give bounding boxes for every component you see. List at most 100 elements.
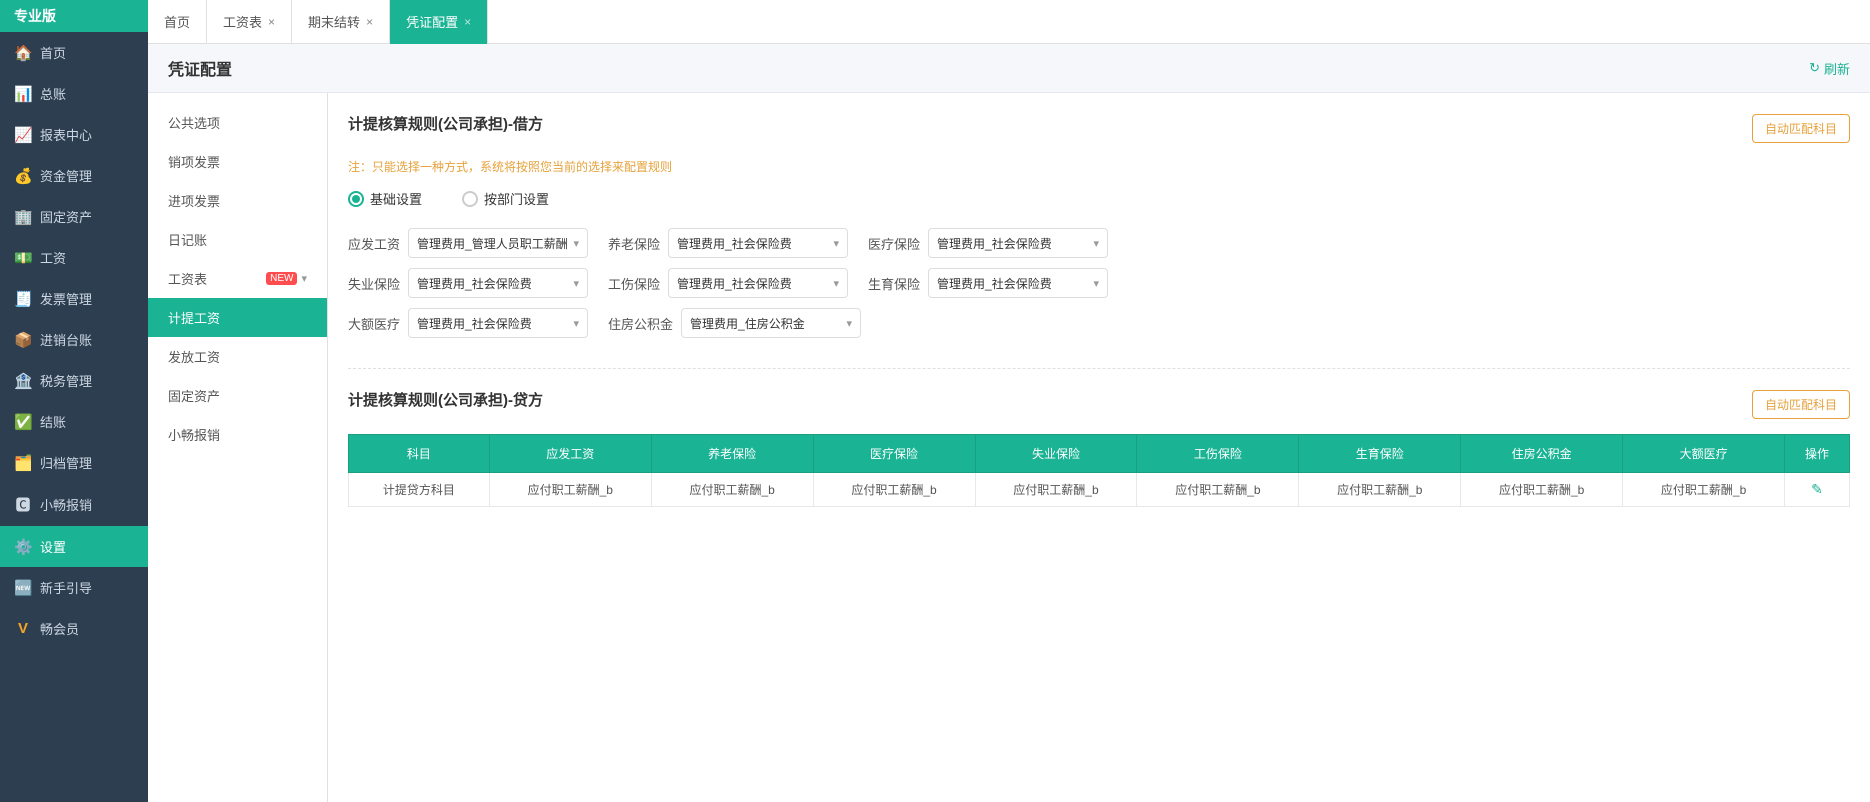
left-nav-public[interactable]: 公共选项 [148, 103, 327, 142]
left-nav-purchase-invoice[interactable]: 进项发票 [148, 181, 327, 220]
inventory-icon: 📦 [14, 331, 32, 349]
th-housing-fund: 住房公积金 [1461, 435, 1623, 473]
section-divider [348, 368, 1850, 369]
tab-period-close-close[interactable]: × [366, 15, 373, 29]
auto-match-debit-button[interactable]: 自动匹配科目 [1752, 114, 1850, 143]
form-row-3: 大额医疗 管理费用_社会保险费 ▾ 住房公积金 管理费用_住房公积金 ▾ [348, 308, 1850, 338]
tab-bar: 首页 工资表 × 期末结转 × 凭证配置 × [148, 0, 1870, 44]
sidebar-label-tax: 税务管理 [40, 371, 92, 390]
sidebar-item-guide[interactable]: 🆕 新手引导 [0, 567, 148, 608]
th-unemployment: 失业保险 [975, 435, 1137, 473]
sidebar-item-settings[interactable]: ⚙️ 设置 [0, 526, 148, 567]
sidebar-label-settings: 设置 [40, 537, 66, 556]
th-operation: 操作 [1785, 435, 1850, 473]
left-nav-sales-invoice[interactable]: 销项发票 [148, 142, 327, 181]
tab-home[interactable]: 首页 [148, 0, 207, 44]
select-injury[interactable]: 管理费用_社会保险费 ▾ [668, 268, 848, 298]
tax-icon: 🏦 [14, 372, 32, 390]
section-credit-header: 计提核算规则(公司承担)-贷方 自动匹配科目 [348, 389, 1850, 420]
sidebar-item-archive[interactable]: 🗂️ 归档管理 [0, 442, 148, 483]
sidebar-label-vip: 畅会员 [40, 619, 79, 638]
select-major-medical[interactable]: 管理费用_社会保险费 ▾ [408, 308, 588, 338]
chevron-down-icon: ▾ [847, 317, 853, 330]
radio-dept[interactable]: 按部门设置 [462, 189, 549, 208]
sidebar-label-ledger: 总账 [40, 84, 66, 103]
form-item-housing-fund: 住房公积金 管理费用_住房公积金 ▾ [608, 308, 861, 338]
radio-basic[interactable]: 基础设置 [348, 189, 422, 208]
select-housing-fund[interactable]: 管理费用_住房公积金 ▾ [681, 308, 861, 338]
select-birth-value: 管理费用_社会保险费 [937, 275, 1052, 292]
app-title: 专业版 [0, 0, 148, 32]
td-major-medical: 应付职工薪酬_b [1623, 473, 1785, 507]
sidebar-item-funds[interactable]: 💰 资金管理 [0, 155, 148, 196]
tab-salary-table[interactable]: 工资表 × [207, 0, 292, 44]
report-icon: 📈 [14, 126, 32, 144]
section-credit-title: 计提核算规则(公司承担)-贷方 [348, 389, 543, 410]
sidebar-item-ledger[interactable]: 📊 总账 [0, 73, 148, 114]
left-nav-xiaochang2-label: 小畅报销 [168, 425, 220, 444]
section-credit: 计提核算规则(公司承担)-贷方 自动匹配科目 科目 应发工资 养老保险 医疗保险… [348, 389, 1850, 507]
select-applied-salary[interactable]: 管理费用_管理人员职工薪酬 ▾ [408, 228, 588, 258]
invoice-icon: 🧾 [14, 290, 32, 308]
sidebar-item-xiaochang[interactable]: 🅲 小畅报销 [0, 483, 148, 526]
chevron-down-icon: ▾ [1094, 277, 1100, 290]
chevron-down-icon: ▾ [834, 277, 840, 290]
sidebar-item-assets[interactable]: 🏢 固定资产 [0, 196, 148, 237]
left-nav-fixed-assets-label: 固定资产 [168, 386, 220, 405]
label-medical: 医疗保险 [868, 234, 920, 253]
form-item-unemployment: 失业保险 管理费用_社会保险费 ▾ [348, 268, 588, 298]
sidebar-label-assets: 固定资产 [40, 207, 92, 226]
edit-icon[interactable]: ✎ [1811, 481, 1823, 497]
sidebar-label-funds: 资金管理 [40, 166, 92, 185]
refresh-label: 刷新 [1824, 59, 1850, 78]
sidebar-item-vip[interactable]: V 畅会员 [0, 608, 148, 649]
th-subject: 科目 [349, 435, 490, 473]
sidebar-label-close: 结账 [40, 412, 66, 431]
select-birth[interactable]: 管理费用_社会保险费 ▾ [928, 268, 1108, 298]
left-nav-fixed-assets[interactable]: 固定资产 [148, 376, 327, 415]
settings-icon: ⚙️ [14, 538, 32, 556]
chevron-down-icon: ▾ [573, 237, 579, 250]
form-item-major-medical: 大额医疗 管理费用_社会保险费 ▾ [348, 308, 588, 338]
home-icon: 🏠 [14, 44, 32, 62]
label-applied-salary: 应发工资 [348, 234, 400, 253]
sidebar-item-tax[interactable]: 🏦 税务管理 [0, 360, 148, 401]
label-birth: 生育保险 [868, 274, 920, 293]
tab-voucher-config-close[interactable]: × [464, 15, 471, 29]
chevron-down-icon: ▾ [834, 237, 840, 250]
form-item-birth: 生育保险 管理费用_社会保险费 ▾ [868, 268, 1108, 298]
select-pension[interactable]: 管理费用_社会保险费 ▾ [668, 228, 848, 258]
radio-dept-circle [462, 191, 478, 207]
tab-salary-table-close[interactable]: × [268, 15, 275, 29]
radio-group: 基础设置 按部门设置 [348, 189, 1850, 208]
close-period-icon: ✅ [14, 413, 32, 431]
left-nav-xiaochang2[interactable]: 小畅报销 [148, 415, 327, 454]
auto-match-credit-button[interactable]: 自动匹配科目 [1752, 390, 1850, 419]
td-birth: 应付职工薪酬_b [1299, 473, 1461, 507]
left-nav-pay-salary[interactable]: 发放工资 [148, 337, 327, 376]
td-operation[interactable]: ✎ [1785, 473, 1850, 507]
select-unemployment-value: 管理费用_社会保险费 [417, 275, 532, 292]
select-medical[interactable]: 管理费用_社会保险费 ▾ [928, 228, 1108, 258]
left-nav-salary-list[interactable]: 工资表 NEW ▾ [148, 259, 327, 298]
left-nav-public-label: 公共选项 [168, 113, 220, 132]
sidebar-item-inventory[interactable]: 📦 进销台账 [0, 319, 148, 360]
label-injury: 工伤保险 [608, 274, 660, 293]
th-birth: 生育保险 [1299, 435, 1461, 473]
sidebar-item-report[interactable]: 📈 报表中心 [0, 114, 148, 155]
form-item-medical: 医疗保险 管理费用_社会保险费 ▾ [868, 228, 1108, 258]
left-nav-calc-salary[interactable]: 计提工资 [148, 298, 327, 337]
left-nav-journal[interactable]: 日记账 [148, 220, 327, 259]
label-pension: 养老保险 [608, 234, 660, 253]
assets-icon: 🏢 [14, 208, 32, 226]
sidebar-item-salary[interactable]: 💵 工资 [0, 237, 148, 278]
sidebar-item-invoice[interactable]: 🧾 发票管理 [0, 278, 148, 319]
table-row: 计提贷方科目 应付职工薪酬_b 应付职工薪酬_b 应付职工薪酬_b 应付职工薪酬… [349, 473, 1850, 507]
refresh-button[interactable]: ↻ 刷新 [1809, 59, 1850, 78]
sidebar-item-home[interactable]: 🏠 首页 [0, 32, 148, 73]
tab-voucher-config[interactable]: 凭证配置 × [390, 0, 488, 44]
tab-period-close[interactable]: 期末结转 × [292, 0, 390, 44]
chevron-down-icon: ▾ [301, 272, 307, 285]
sidebar-item-close[interactable]: ✅ 结账 [0, 401, 148, 442]
select-unemployment[interactable]: 管理费用_社会保险费 ▾ [408, 268, 588, 298]
